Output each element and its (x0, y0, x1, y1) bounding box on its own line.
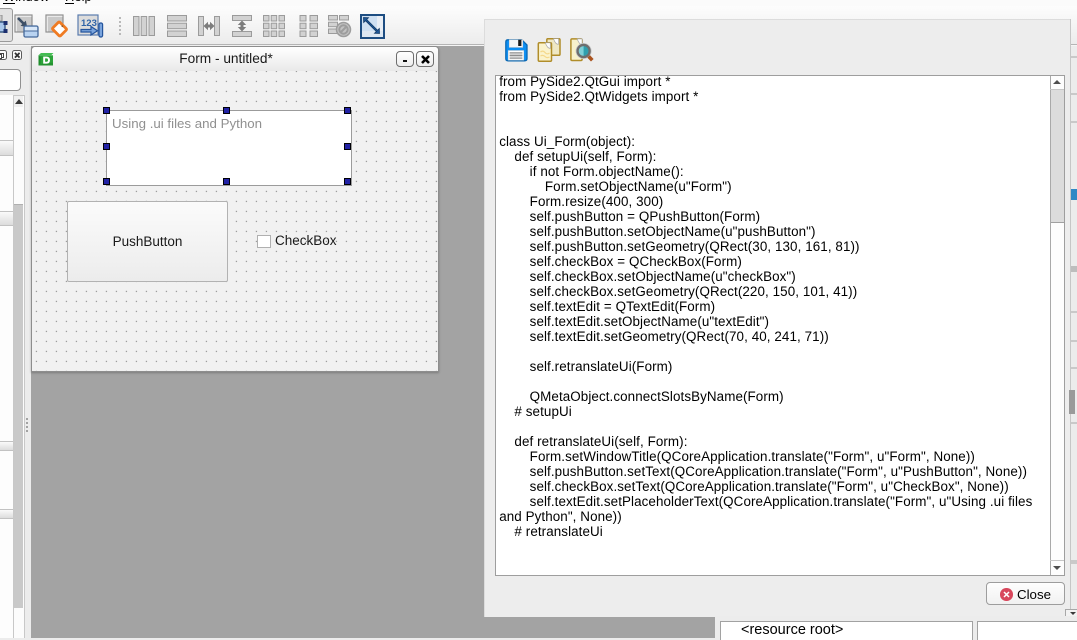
svg-text:123: 123 (81, 18, 97, 29)
